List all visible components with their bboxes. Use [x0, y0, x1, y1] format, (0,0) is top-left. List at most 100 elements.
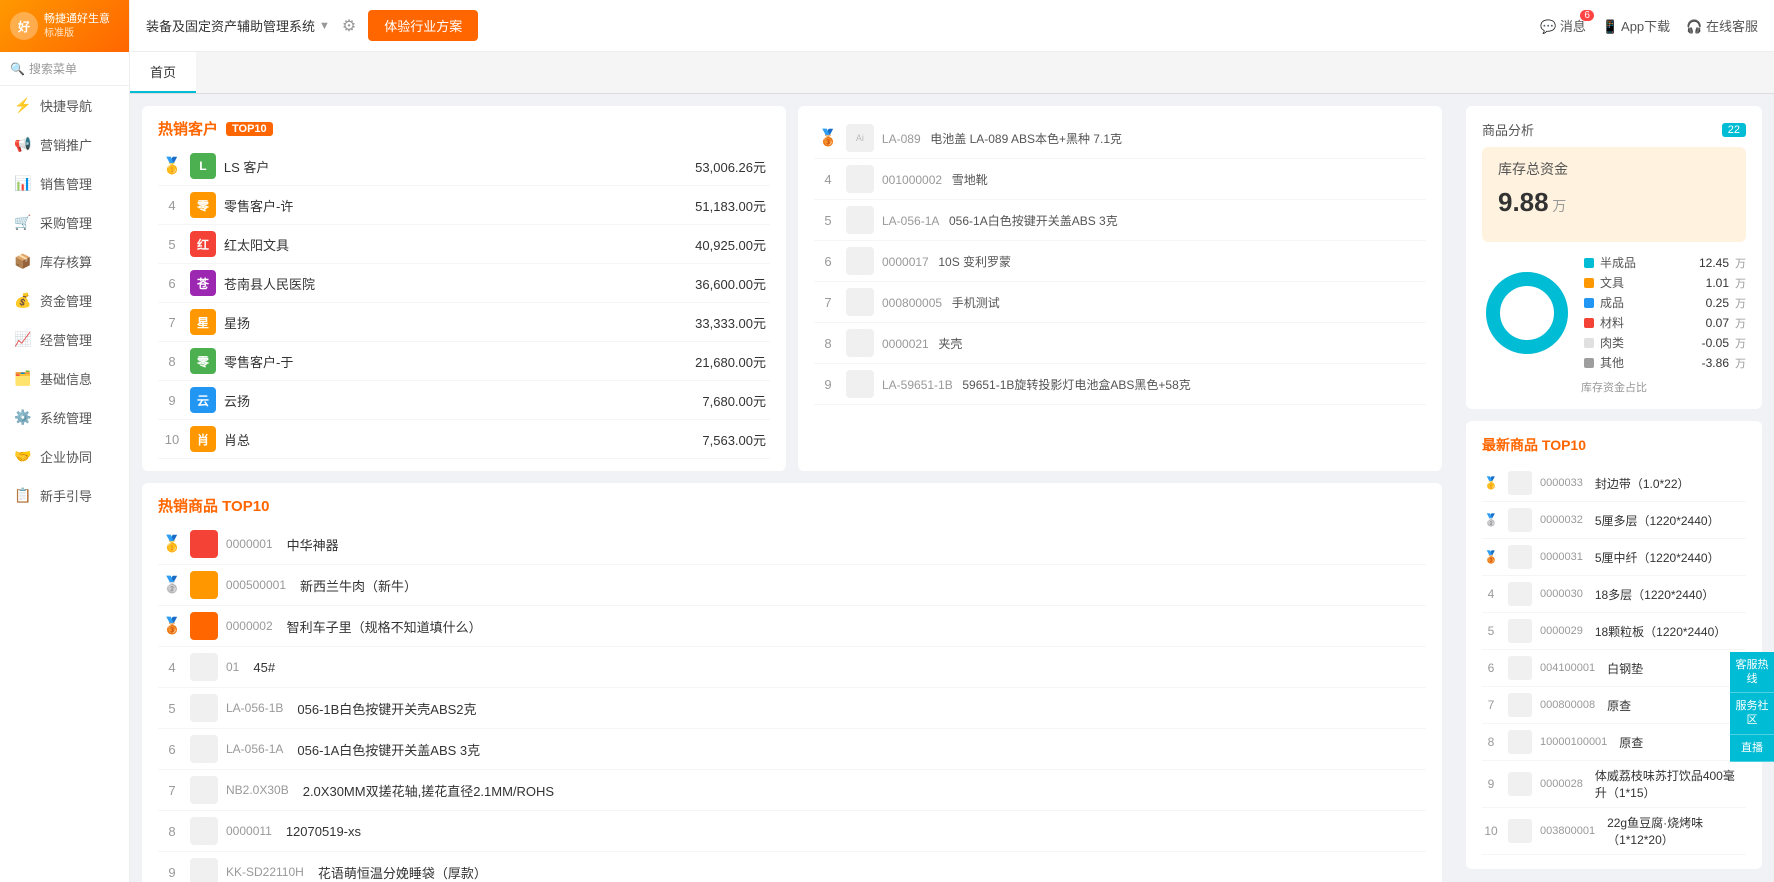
logo-text: 畅捷通好生意 标准版 [44, 12, 110, 39]
phone-icon: 📱 [1602, 19, 1618, 34]
product-img [190, 530, 218, 558]
inventory-card: 商品分析 22 库存总资金 9.88 万 [1466, 106, 1762, 409]
product-thumbnail [1508, 730, 1532, 754]
avatar: L [190, 153, 216, 179]
legend-item-stationery: 文具 1.01 万 [1584, 274, 1746, 291]
sidebar-nav: ⚡ 快捷导航 📢 营销推广 📊 销售管理 🛒 采购管理 📦 库存核算 💰 资金管… [0, 86, 129, 882]
trial-btn[interactable]: 体验行业方案 [368, 10, 478, 41]
online-service-btn[interactable]: 🎧 在线客服 [1686, 16, 1758, 35]
table-row: 8 零 零售客户-于 21,680.00元 [158, 342, 770, 381]
hot-products-title: 热销商品 TOP10 [158, 495, 1426, 516]
page-tabs: 首页 [130, 52, 1774, 94]
legend-dot [1584, 318, 1594, 328]
avatar: 苍 [190, 270, 216, 296]
customer-top10-title: 热销客户 TOP10 [158, 118, 770, 139]
legend-item-finished: 成品 0.25 万 [1584, 294, 1746, 311]
table-row: 7 000800005 手机测试 [814, 282, 1426, 323]
avatar: 零 [190, 192, 216, 218]
tab-home[interactable]: 首页 [130, 52, 196, 93]
donut-section: 半成品 12.45 万 文具 1.01 万 成品 [1482, 254, 1746, 371]
settings-icon[interactable]: ⚙ [342, 16, 356, 36]
list-item: 10 003800001 22g鱼豆腐·烧烤味（1*12*20） [1482, 808, 1746, 855]
list-item: 🥉 0000031 5厘中纤（1220*2440） [1482, 539, 1746, 576]
hot-products-table: 🥇 0000001 中华神器 🥈 000500001 新西兰牛肉（新牛） 🥉 [158, 524, 1426, 882]
messages-btn[interactable]: 💬 消息 6 [1540, 16, 1586, 35]
topbar: 装备及固定资产辅助管理系统 ▼ ⚙ 体验行业方案 💬 消息 6 📱 App下载 … [130, 0, 1774, 52]
system-icon: ⚙️ [14, 409, 32, 427]
sidebar-item-quick-nav[interactable]: ⚡ 快捷导航 [0, 86, 129, 125]
sidebar-item-system[interactable]: ⚙️ 系统管理 [0, 398, 129, 437]
content-area: 热销客户 TOP10 🥇 L LS 客户 53,006.26元 4 零 [130, 94, 1774, 882]
table-row: 10 肖 肖总 7,563.00元 [158, 420, 770, 459]
table-row: 8 0000021 夹壳 [814, 323, 1426, 364]
product-img [190, 817, 218, 845]
product-img [190, 776, 218, 804]
live-stream-btn[interactable]: 直播 [1730, 735, 1774, 762]
inventory-section-title: 商品分析 [1482, 120, 1534, 139]
legend-item-semifinished: 半成品 12.45 万 [1584, 254, 1746, 271]
sales-icon: 📊 [14, 175, 32, 193]
product-thumbnail [1508, 693, 1532, 717]
legend-dot [1584, 298, 1594, 308]
hot-products-right-card: 🥉 Ai LA-089 电池盖 LA-089 ABS本色+黑种 7.1克 4 [798, 106, 1442, 471]
product-thumbnail [1508, 471, 1532, 495]
dropdown-icon: ▼ [319, 20, 330, 32]
legend-dot [1584, 358, 1594, 368]
headset-icon: 🎧 [1686, 19, 1702, 34]
table-row: 🥈 000500001 新西兰牛肉（新牛） [158, 565, 1426, 606]
product-thumbnail [1508, 545, 1532, 569]
rank-medal: 🥉 [818, 128, 838, 148]
sidebar: 好 畅捷通好生意 标准版 🔍 搜索菜单 ⚡ 快捷导航 📢 营销推广 📊 销售管理… [0, 0, 130, 882]
top10-label: 22 [1722, 123, 1746, 137]
table-row: 4 零 零售客户-许 51,183.00元 [158, 186, 770, 225]
product-thumbnail [1508, 619, 1532, 643]
table-row: 5 LA-056-1B 056-1B白色按键开关壳ABS2克 [158, 688, 1426, 729]
sidebar-item-guide[interactable]: 📋 新手引导 [0, 476, 129, 515]
rank-medal-1: 🥇 [162, 156, 182, 176]
table-row: 4 001000002 雪地靴 [814, 159, 1426, 200]
rank-medal: 🥇 [162, 534, 182, 554]
product-img [190, 858, 218, 882]
product-img [190, 653, 218, 681]
table-row: 6 LA-056-1A 056-1A白色按键开关盖ABS 3克 [158, 729, 1426, 770]
table-row: 🥉 Ai LA-089 电池盖 LA-089 ABS本色+黑种 7.1克 [814, 118, 1426, 159]
sidebar-search[interactable]: 🔍 搜索菜单 [0, 52, 129, 86]
sidebar-item-operations[interactable]: 📈 经营管理 [0, 320, 129, 359]
sidebar-item-collaboration[interactable]: 🤝 企业协同 [0, 437, 129, 476]
inventory-icon: 📦 [14, 253, 32, 271]
logo-icon: 好 [10, 12, 38, 40]
list-item: 🥇 0000033 封边带（1.0*22） [1482, 465, 1746, 502]
inventory-total-box: 库存总资金 9.88 万 [1482, 147, 1746, 242]
product-thumbnail [1508, 772, 1532, 796]
table-row: 6 苍 苍南县人民医院 36,600.00元 [158, 264, 770, 303]
finance-icon: 💰 [14, 292, 32, 310]
system-title-select[interactable]: 装备及固定资产辅助管理系统 ▼ [146, 16, 330, 35]
product-img [846, 206, 874, 234]
table-row: 7 NB2.0X30B 2.0X30MM双搓花轴,搓花直径2.1MM/ROHS [158, 770, 1426, 811]
service-community-btn[interactable]: 服务社区 [1730, 693, 1774, 735]
sidebar-item-sales[interactable]: 📊 销售管理 [0, 164, 129, 203]
marketing-icon: 📢 [14, 136, 32, 154]
avatar: 零 [190, 348, 216, 374]
customer-service-btn[interactable]: 客服热线 [1730, 652, 1774, 694]
product-img [846, 329, 874, 357]
new-products-card: 最新商品 TOP10 🥇 0000033 封边带（1.0*22） 🥈 00000… [1466, 421, 1762, 869]
legend-item-other: 其他 -3.86 万 [1584, 354, 1746, 371]
app-download-btn[interactable]: 📱 App下载 [1602, 16, 1670, 35]
sidebar-item-purchase[interactable]: 🛒 采购管理 [0, 203, 129, 242]
sidebar-item-marketing[interactable]: 📢 营销推广 [0, 125, 129, 164]
new-products-list: 🥇 0000033 封边带（1.0*22） 🥈 0000032 5厘多层（122… [1482, 465, 1746, 855]
basic-info-icon: 🗂️ [14, 370, 32, 388]
table-row: 🥇 0000001 中华神器 [158, 524, 1426, 565]
product-thumbnail [1508, 819, 1532, 843]
sidebar-item-inventory[interactable]: 📦 库存核算 [0, 242, 129, 281]
inventory-legend: 半成品 12.45 万 文具 1.01 万 成品 [1584, 254, 1746, 371]
sidebar-item-finance[interactable]: 💰 资金管理 [0, 281, 129, 320]
main-area: 装备及固定资产辅助管理系统 ▼ ⚙ 体验行业方案 💬 消息 6 📱 App下载 … [130, 0, 1774, 882]
table-row: 🥇 L LS 客户 53,006.26元 [158, 147, 770, 186]
table-row: 9 KK-SD22110H 花语萌恒温分娩睡袋（厚款） [158, 852, 1426, 882]
legend-dot [1584, 278, 1594, 288]
purchase-icon: 🛒 [14, 214, 32, 232]
operations-icon: 📈 [14, 331, 32, 349]
sidebar-item-basic-info[interactable]: 🗂️ 基础信息 [0, 359, 129, 398]
